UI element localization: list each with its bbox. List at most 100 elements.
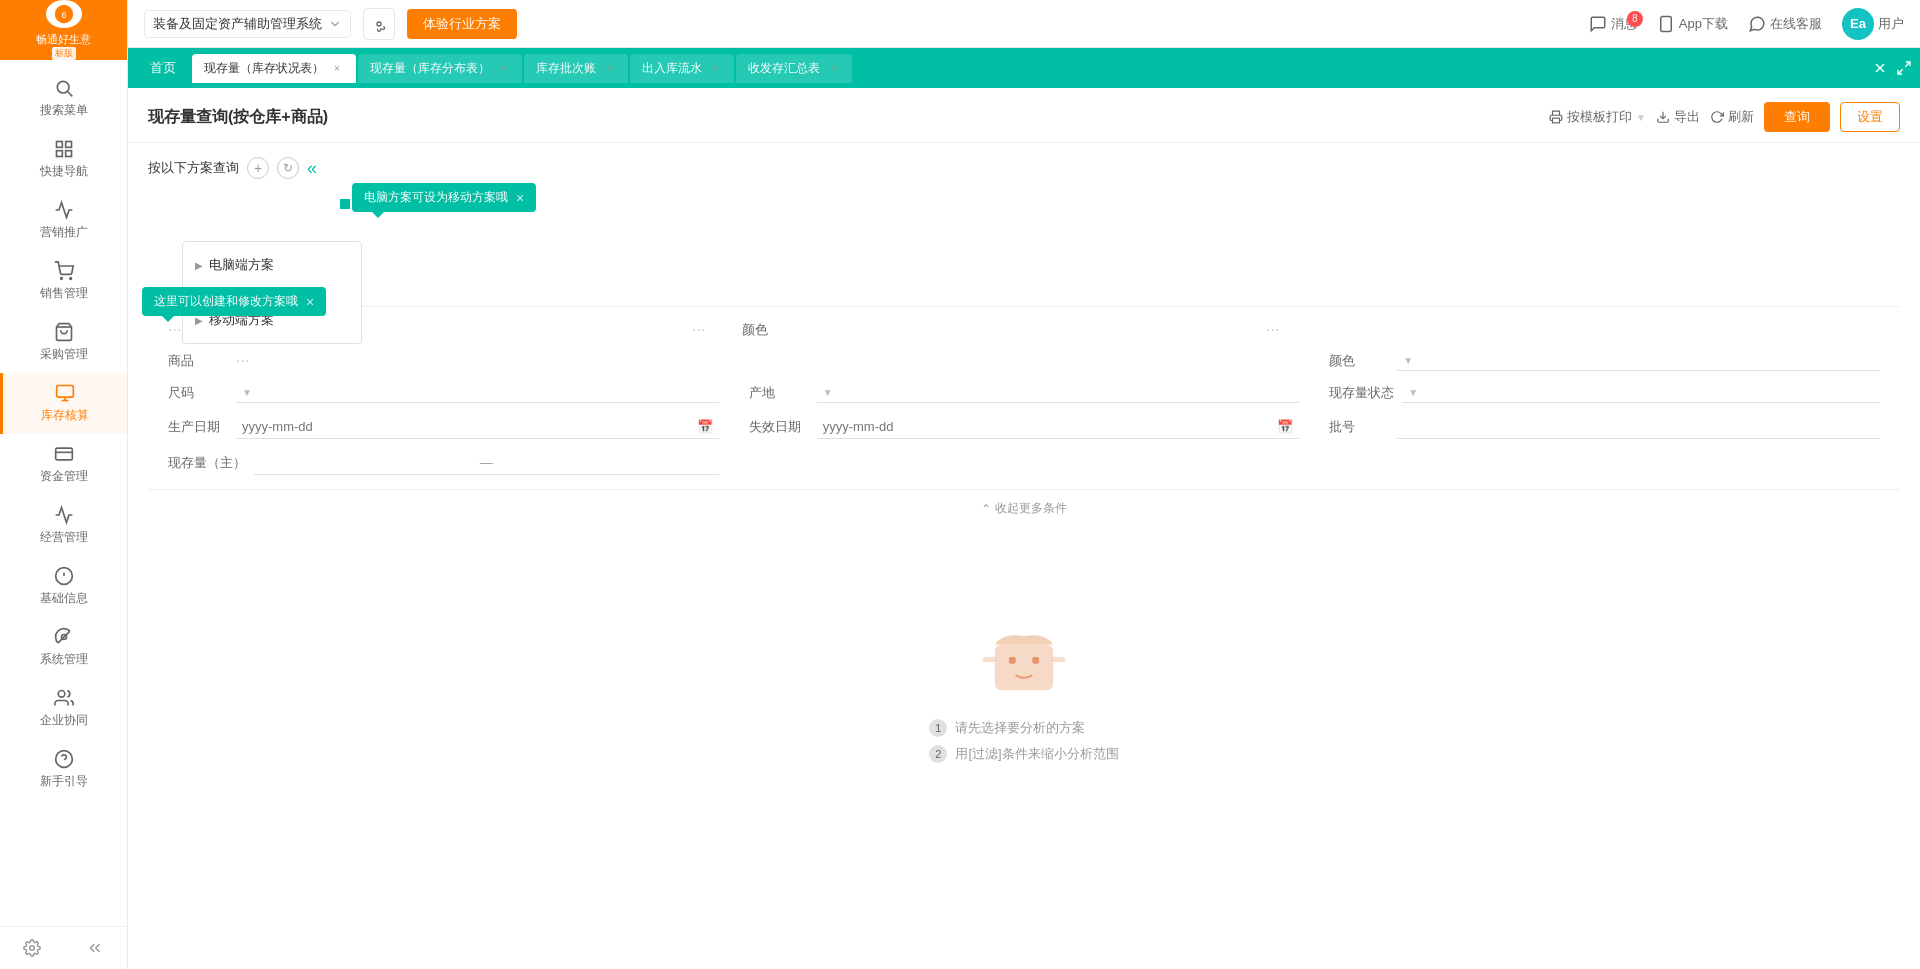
filter-stock-qty-min[interactable]	[260, 455, 474, 470]
filter-add-button[interactable]: +	[247, 157, 269, 179]
filter-item-stock-status: 现存量状态 ▼	[1329, 383, 1880, 403]
print-label: 按模板打印	[1567, 108, 1632, 126]
page-settings-button[interactable]: 设置	[1840, 102, 1900, 132]
svg-rect-37	[1051, 657, 1066, 662]
scheme-tree-desktop[interactable]: ▶ 电脑端方案	[183, 250, 361, 280]
filter-exp-date-input[interactable]	[823, 419, 1278, 434]
system-name: 装备及固定资产辅助管理系统	[153, 15, 322, 33]
filter-size-select[interactable]: ▼	[236, 383, 719, 403]
settings-button[interactable]	[23, 939, 41, 957]
filter-batch-input[interactable]	[1397, 415, 1880, 439]
tooltip2-close[interactable]: ×	[306, 294, 314, 310]
filter-origin-select[interactable]: ▼	[817, 383, 1300, 403]
filter-exp-date-wrap: 📅	[817, 415, 1300, 439]
online-service-button[interactable]: 在线客服	[1748, 15, 1822, 33]
filter-item-size: 尺码 ▼	[168, 383, 719, 403]
tab-close-all-icon[interactable]	[1872, 60, 1888, 76]
tab-label: 出入库流水	[642, 60, 702, 77]
tab-close-4[interactable]: ×	[826, 61, 840, 75]
filter-mfg-date-label: 生产日期	[168, 418, 228, 436]
size-dropdown-icon: ▼	[242, 387, 252, 398]
export-button[interactable]: 导出	[1656, 108, 1700, 126]
filter-refresh-button[interactable]: ↻	[277, 157, 299, 179]
sidebar-item-purchase[interactable]: 采购管理	[0, 312, 127, 373]
color-dots[interactable]: ···	[1266, 321, 1306, 339]
tab-close-0[interactable]: ×	[330, 61, 344, 75]
empty-state: 1 请先选择要分析的方案 2 用[过滤]条件来缩小分析范围	[128, 527, 1920, 843]
settings-icon-btn[interactable]	[363, 8, 395, 40]
sidebar-item-beginner[interactable]: 新手引导	[0, 739, 127, 800]
message-badge: 8	[1627, 11, 1643, 27]
svg-line-30	[1898, 69, 1903, 74]
tab-label: 现存量（库存状况表）	[204, 60, 324, 77]
filter-color-select[interactable]: ▼	[1397, 351, 1880, 371]
tab-close-1[interactable]: ×	[496, 61, 510, 75]
svg-line-29	[1905, 62, 1910, 67]
scheme-desktop-label: 电脑端方案	[209, 256, 274, 274]
tab-close-3[interactable]: ×	[708, 61, 722, 75]
tooltip1-text: 电脑方案可设为移动方案哦	[364, 189, 508, 206]
filter-stock-status-select[interactable]: ▼	[1402, 383, 1880, 403]
filter-size-label: 尺码	[168, 384, 228, 402]
exp-date-calendar-icon[interactable]: 📅	[1277, 419, 1293, 434]
color-dropdown-icon: ▼	[1403, 355, 1413, 366]
refresh-label: 刷新	[1728, 108, 1754, 126]
tab-close-2[interactable]: ×	[602, 61, 616, 75]
filter-stock-qty-max[interactable]	[499, 455, 713, 470]
sidebar-item-label: 经营管理	[40, 529, 88, 546]
svg-rect-4	[56, 142, 62, 148]
filter-rows: 商品 ··· 颜色 ▼ 尺码	[168, 351, 1880, 475]
query-button[interactable]: 查询	[1764, 102, 1830, 132]
sidebar-item-label: 快捷导航	[40, 163, 88, 180]
tab-home[interactable]: 首页	[136, 53, 190, 83]
collapse-sidebar-button[interactable]	[86, 939, 104, 957]
tab-item-1[interactable]: 现存量（库存分布表） ×	[358, 54, 522, 83]
tooltip2-text: 这里可以创建和修改方案哦	[154, 293, 298, 310]
sidebar-item-collab[interactable]: 企业协同	[0, 678, 127, 739]
online-service-label: 在线客服	[1770, 15, 1822, 33]
filter-stock-qty-range: —	[254, 451, 719, 475]
header-right: 消息 8 App下载 在线客服 Ea 用户	[1589, 8, 1904, 40]
svg-rect-5	[65, 142, 71, 148]
top-header: 装备及固定资产辅助管理系统 体验行业方案 消息 8 App下载 在线客服	[128, 0, 1920, 48]
message-button[interactable]: 消息 8	[1589, 15, 1637, 33]
sidebar-item-quicknav[interactable]: 快捷导航	[0, 129, 127, 190]
mfg-date-calendar-icon[interactable]: 📅	[697, 419, 713, 434]
try-industry-button[interactable]: 体验行业方案	[407, 9, 517, 39]
sidebar-item-basicinfo[interactable]: 基础信息	[0, 556, 127, 617]
tooltip1-close[interactable]: ×	[516, 190, 524, 206]
app-logo: 6 畅通好生意 标版	[0, 0, 127, 60]
sidebar-item-system[interactable]: 系统管理	[0, 617, 127, 678]
filter-item-color: 颜色 ▼	[1329, 351, 1880, 371]
app-download-button[interactable]: App下载	[1657, 15, 1728, 33]
tab-item-0[interactable]: 现存量（库存状况表） ×	[192, 54, 356, 83]
sidebar-item-inventory[interactable]: 库存核算	[0, 373, 127, 434]
filter-stock-status-label: 现存量状态	[1329, 384, 1394, 402]
user-area[interactable]: Ea 用户	[1842, 8, 1904, 40]
tab-maximize-icon[interactable]	[1896, 60, 1912, 76]
filter-mfg-date-input[interactable]	[242, 419, 697, 434]
filter-back-button[interactable]: «	[307, 158, 317, 179]
sidebar-item-label: 营销推广	[40, 224, 88, 241]
collapse-more-bar[interactable]: ⌃ 收起更多条件	[148, 489, 1900, 527]
filter-item-commodity: 商品 ···	[168, 351, 719, 371]
sidebar-item-operations[interactable]: 经营管理	[0, 495, 127, 556]
print-dropdown-icon[interactable]: ▼	[1636, 112, 1646, 123]
svg-rect-11	[57, 386, 74, 398]
print-button[interactable]: 按模板打印 ▼	[1549, 108, 1646, 126]
tab-item-3[interactable]: 出入库流水 ×	[630, 54, 734, 83]
tab-item-4[interactable]: 收发存汇总表 ×	[736, 54, 852, 83]
filter-color-label2: 颜色	[1329, 352, 1389, 370]
commodity-dots2[interactable]: ···	[692, 321, 732, 339]
tab-item-2[interactable]: 库存批次账 ×	[524, 54, 628, 83]
refresh-button[interactable]: 刷新	[1710, 108, 1754, 126]
sidebar-item-finance[interactable]: 资金管理	[0, 434, 127, 495]
origin-dropdown-icon: ▼	[823, 387, 833, 398]
system-selector[interactable]: 装备及固定资产辅助管理系统	[144, 10, 351, 38]
sidebar-item-marketing[interactable]: 营销推广	[0, 190, 127, 251]
page-header: 现存量查询(按仓库+商品) 按模板打印 ▼ 导出 刷新	[128, 88, 1920, 143]
filter-commodity-dots[interactable]: ···	[236, 352, 249, 370]
sidebar-item-label: 企业协同	[40, 712, 88, 729]
sidebar-item-sales[interactable]: 销售管理	[0, 251, 127, 312]
sidebar-item-search[interactable]: 搜索菜单	[0, 68, 127, 129]
